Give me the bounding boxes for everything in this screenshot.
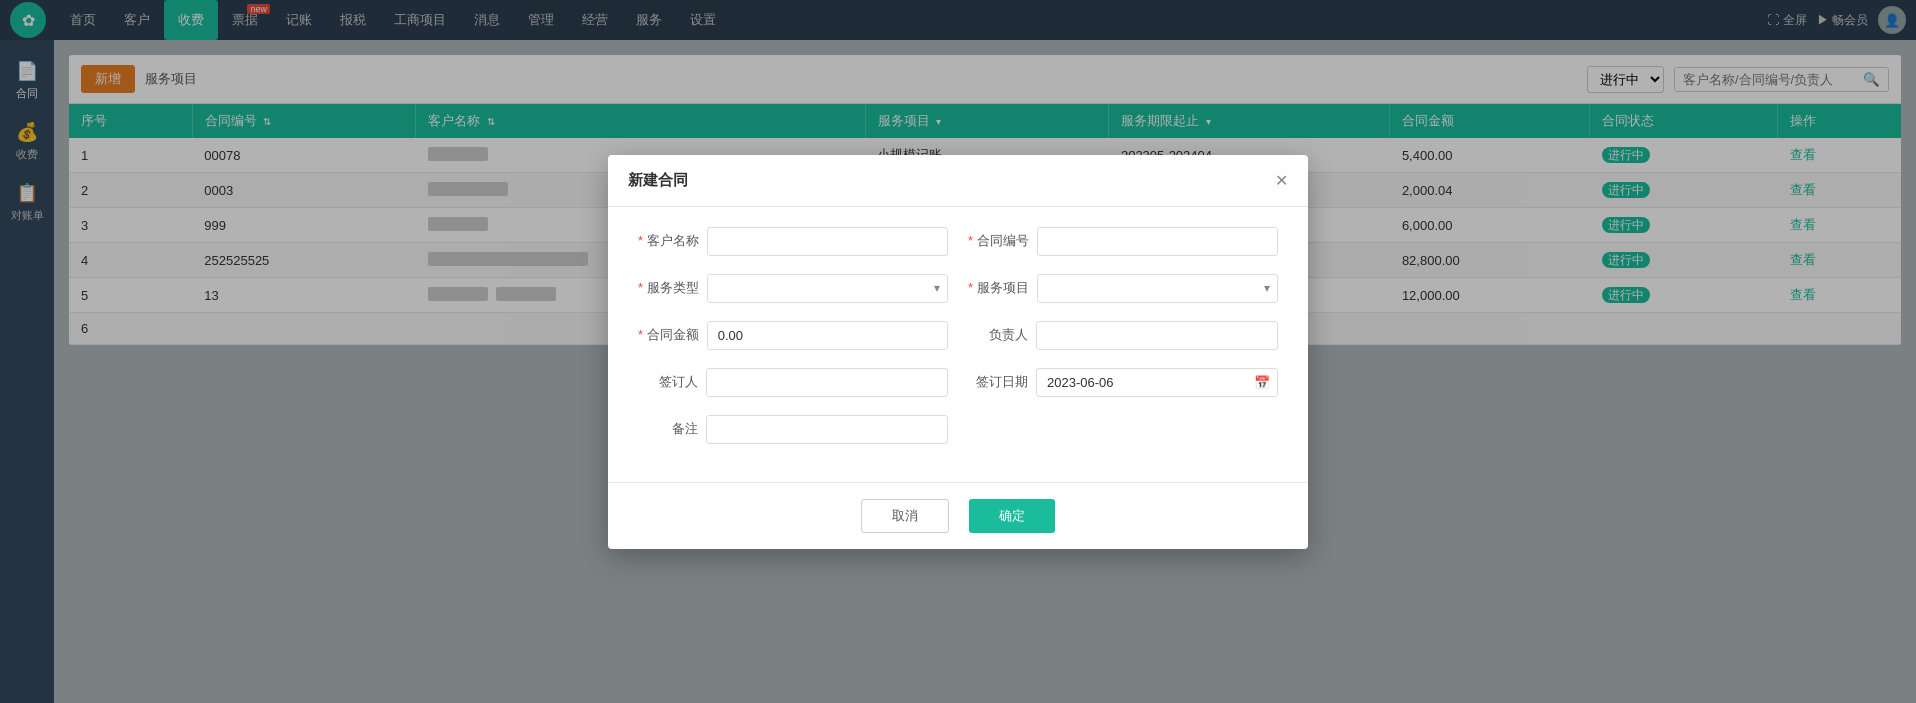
responsible-input[interactable] — [1036, 321, 1278, 350]
contract-no-input[interactable] — [1037, 227, 1278, 256]
form-row-5: 备注 — [638, 415, 1278, 444]
form-group-service-type: 服务类型 ▾ — [638, 274, 948, 303]
form-row-4: 签订人 签订日期 📅 — [638, 368, 1278, 397]
customer-name-input[interactable] — [707, 227, 948, 256]
amount-input[interactable]: 0.00 — [707, 321, 948, 350]
signer-label: 签订人 — [638, 373, 698, 391]
sign-date-input[interactable] — [1036, 368, 1278, 397]
form-group-contract-no: 合同编号 — [968, 227, 1278, 256]
form-group-amount: 合同金额 0.00 — [638, 321, 948, 350]
modal-title: 新建合同 — [628, 171, 688, 190]
amount-label: 合同金额 — [638, 326, 699, 344]
remark-label: 备注 — [638, 420, 698, 438]
form-group-sign-date: 签订日期 📅 — [968, 368, 1278, 397]
sign-date-wrap: 📅 — [1036, 368, 1278, 397]
service-item-select-wrap: ▾ — [1037, 274, 1278, 303]
modal-footer: 取消 确定 — [608, 482, 1308, 549]
confirm-button[interactable]: 确定 — [969, 499, 1055, 533]
form-group-remark: 备注 — [638, 415, 948, 444]
form-row-1: 客户名称 合同编号 — [638, 227, 1278, 256]
form-group-service-item: 服务项目 ▾ — [968, 274, 1278, 303]
service-type-label: 服务类型 — [638, 279, 699, 297]
remark-input[interactable] — [706, 415, 948, 444]
service-type-select-wrap: ▾ — [707, 274, 948, 303]
cancel-button[interactable]: 取消 — [861, 499, 949, 533]
modal-overlay: 新建合同 ✕ 客户名称 合同编号 服务类型 — [0, 0, 1916, 703]
new-contract-modal: 新建合同 ✕ 客户名称 合同编号 服务类型 — [608, 155, 1308, 549]
form-row-3: 合同金额 0.00 负责人 — [638, 321, 1278, 350]
service-type-select[interactable] — [707, 274, 948, 303]
form-group-signer: 签订人 — [638, 368, 948, 397]
contract-no-label: 合同编号 — [968, 232, 1029, 250]
form-group-customer: 客户名称 — [638, 227, 948, 256]
sign-date-label: 签订日期 — [968, 373, 1028, 391]
modal-body: 客户名称 合同编号 服务类型 ▾ — [608, 207, 1308, 482]
signer-input[interactable] — [706, 368, 948, 397]
modal-header: 新建合同 ✕ — [608, 155, 1308, 207]
form-group-responsible: 负责人 — [968, 321, 1278, 350]
service-item-select[interactable] — [1037, 274, 1278, 303]
responsible-label: 负责人 — [968, 326, 1028, 344]
customer-name-label: 客户名称 — [638, 232, 699, 250]
form-row-2: 服务类型 ▾ 服务项目 ▾ — [638, 274, 1278, 303]
modal-close-button[interactable]: ✕ — [1275, 171, 1288, 190]
service-item-label: 服务项目 — [968, 279, 1029, 297]
